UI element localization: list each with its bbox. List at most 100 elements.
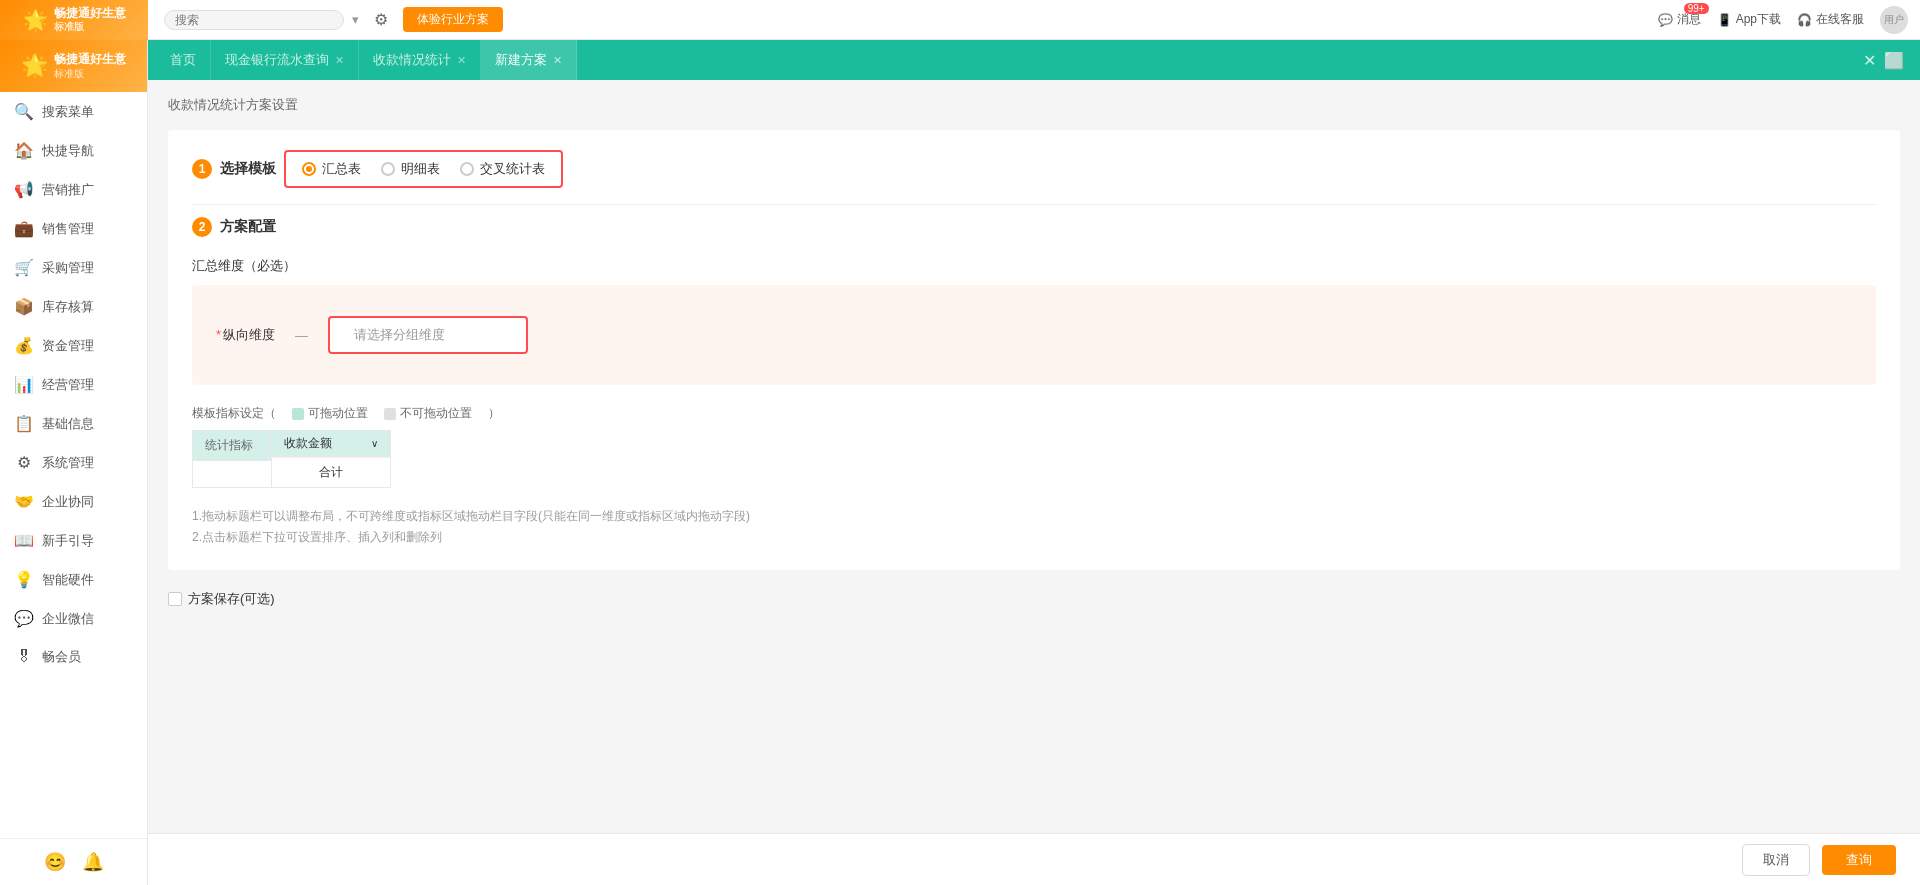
indicator-legend: 模板指标设定（ 可拖动位置 不可拖动位置 ） xyxy=(192,405,1876,422)
top-header: 🌟 畅捷通好生意 标准版 ▾ ⚙ 体验行业方案 💬 消息 99+ 📱 App下载… xyxy=(0,0,1920,40)
sidebar-label-inventory: 库存核算 xyxy=(42,298,94,316)
search-icon: 🔍 xyxy=(14,102,34,121)
bottom-action-bar: 取消 查询 xyxy=(148,833,1920,885)
dimension-selector-input[interactable]: 请选择分组维度 xyxy=(328,316,528,354)
query-button[interactable]: 查询 xyxy=(1822,845,1896,875)
edition-badge: 标准版 xyxy=(54,21,126,33)
gear-icon[interactable]: ⚙ xyxy=(367,6,395,34)
tab-home-label: 首页 xyxy=(170,51,196,69)
sidebar-item-wechat[interactable]: 💬 企业微信 xyxy=(0,599,147,638)
radio-cross-label: 交叉统计表 xyxy=(480,160,545,178)
page-content: 收款情况统计方案设置 1 选择模板 汇总表 xyxy=(148,80,1920,833)
sidebar-item-member[interactable]: 🎖 畅会员 xyxy=(0,638,147,676)
message-btn[interactable]: 💬 消息 99+ xyxy=(1658,11,1701,28)
sidebar-label-wechat: 企业微信 xyxy=(42,610,94,628)
stat-dropdown-arrow[interactable]: ∨ xyxy=(371,438,378,449)
indicator-section: 模板指标设定（ 可拖动位置 不可拖动位置 ） 统计指标 xyxy=(192,405,1876,488)
sidebar-item-marketing[interactable]: 📢 营销推广 xyxy=(0,170,147,209)
content-area: 首页 现金银行流水查询 ✕ 收款情况统计 ✕ 新建方案 ✕ ✕ ⬜ 收款 xyxy=(148,40,1920,885)
section2-title: 方案配置 xyxy=(220,218,276,236)
tab-cashflow-close[interactable]: ✕ xyxy=(335,54,344,67)
sidebar-label-hardware: 智能硬件 xyxy=(42,571,94,589)
sidebar-item-quicknav[interactable]: 🏠 快捷导航 xyxy=(0,131,147,170)
user-avatar[interactable]: 用户 xyxy=(1880,6,1908,34)
radio-detail[interactable]: 明细表 xyxy=(381,160,440,178)
radio-summary[interactable]: 汇总表 xyxy=(302,160,361,178)
sidebar: 🌟 畅捷通好生意 标准版 🔍 搜索菜单 🏠 快捷导航 📢 营销推广 💼 销售管理… xyxy=(0,40,148,885)
radio-summary-label: 汇总表 xyxy=(322,160,361,178)
hardware-icon: 💡 xyxy=(14,570,34,589)
tab-newplan-label: 新建方案 xyxy=(495,51,547,69)
sidebar-item-finance[interactable]: 💰 资金管理 xyxy=(0,326,147,365)
tab-receipt-close[interactable]: ✕ xyxy=(457,54,466,67)
sidebar-item-inventory[interactable]: 📦 库存核算 xyxy=(0,287,147,326)
logo-icon: 🌟 xyxy=(23,8,48,32)
stat-label-col: 统计指标 xyxy=(192,430,272,488)
purchase-icon: 🛒 xyxy=(14,258,34,277)
download-icon: 📱 xyxy=(1717,13,1732,27)
tab-newplan[interactable]: 新建方案 ✕ xyxy=(481,40,577,80)
header-right: 💬 消息 99+ 📱 App下载 🎧 在线客服 用户 xyxy=(1658,6,1908,34)
sidebar-item-hardware[interactable]: 💡 智能硬件 xyxy=(0,560,147,599)
dimension-area: 纵向维度 — 请选择分组维度 xyxy=(192,285,1876,385)
service-btn[interactable]: 🎧 在线客服 xyxy=(1797,11,1864,28)
legend-draggable-label: 可拖动位置 xyxy=(308,405,368,422)
system-icon: ⚙ xyxy=(14,453,34,472)
sidebar-item-management[interactable]: 📊 经营管理 xyxy=(0,365,147,404)
trial-button[interactable]: 体验行业方案 xyxy=(403,7,503,32)
sidebar-item-guide[interactable]: 📖 新手引导 xyxy=(0,521,147,560)
indicator-title-text: 模板指标设定（ xyxy=(192,405,276,422)
cooperation-icon: 🤝 xyxy=(14,492,34,511)
divider1 xyxy=(192,204,1876,205)
vertical-dimension-label: 纵向维度 xyxy=(216,326,275,344)
radio-summary-circle xyxy=(302,162,316,176)
sidebar-label-purchase: 采购管理 xyxy=(42,259,94,277)
sidebar-item-basic[interactable]: 📋 基础信息 xyxy=(0,404,147,443)
section2-number: 2 xyxy=(192,217,212,237)
tab-receipt[interactable]: 收款情况统计 ✕ xyxy=(359,40,481,80)
dimension-config-title: 汇总维度（必选） xyxy=(192,257,1876,275)
service-label: 在线客服 xyxy=(1816,11,1864,28)
stat-section-label: 统计指标 xyxy=(193,431,271,461)
sidebar-item-system[interactable]: ⚙ 系统管理 xyxy=(0,443,147,482)
tab-maximize[interactable]: ⬜ xyxy=(1884,51,1904,70)
user-name: 用户 xyxy=(1884,13,1904,27)
sidebar-item-search[interactable]: 🔍 搜索菜单 xyxy=(0,92,147,131)
section1-title: 选择模板 xyxy=(220,160,276,178)
search-input[interactable] xyxy=(164,10,344,30)
dropdown-icon[interactable]: ▾ xyxy=(352,12,359,27)
tab-home[interactable]: 首页 xyxy=(156,40,211,80)
sidebar-item-purchase[interactable]: 🛒 采购管理 xyxy=(0,248,147,287)
stat-header-label: 收款金额 xyxy=(284,435,332,452)
sidebar-label-basic: 基础信息 xyxy=(42,415,94,433)
sidebar-label-cooperation: 企业协同 xyxy=(42,493,94,511)
sidebar-label-management: 经营管理 xyxy=(42,376,94,394)
sidebar-edition: 标准版 xyxy=(54,67,126,80)
marketing-icon: 📢 xyxy=(14,180,34,199)
tips-section: 1.拖动标题栏可以调整布局，不可跨维度或指标区域拖动栏目字段(只能在同一维度或指… xyxy=(192,508,1876,546)
save-checkbox[interactable]: 方案保存(可选) xyxy=(168,590,1900,608)
cancel-button[interactable]: 取消 xyxy=(1742,844,1810,876)
stat-table-header[interactable]: 收款金额 ∨ xyxy=(272,431,390,457)
radio-detail-circle xyxy=(381,162,395,176)
tab-newplan-close[interactable]: ✕ xyxy=(553,54,562,67)
download-btn[interactable]: 📱 App下载 xyxy=(1717,11,1781,28)
tab-close-all[interactable]: ✕ xyxy=(1863,51,1876,70)
radio-cross-circle xyxy=(460,162,474,176)
finance-icon: 💰 xyxy=(14,336,34,355)
template-radio-group: 汇总表 明细表 交叉统计表 xyxy=(302,160,545,178)
home-icon: 🏠 xyxy=(14,141,34,160)
sidebar-bottom-icon2[interactable]: 🔔 xyxy=(82,851,104,873)
sidebar-bottom-icon1[interactable]: 😊 xyxy=(44,851,66,873)
sales-icon: 💼 xyxy=(14,219,34,238)
tab-cashflow-label: 现金银行流水查询 xyxy=(225,51,329,69)
guide-icon: 📖 xyxy=(14,531,34,550)
sidebar-item-sales[interactable]: 💼 销售管理 xyxy=(0,209,147,248)
dimension-arrow: — xyxy=(295,328,308,343)
tab-cashflow[interactable]: 现金银行流水查询 ✕ xyxy=(211,40,359,80)
sidebar-item-cooperation[interactable]: 🤝 企业协同 xyxy=(0,482,147,521)
legend-fixed-label: 不可拖动位置 xyxy=(400,405,472,422)
service-icon: 🎧 xyxy=(1797,13,1812,27)
radio-cross[interactable]: 交叉统计表 xyxy=(460,160,545,178)
sidebar-label-sales: 销售管理 xyxy=(42,220,94,238)
